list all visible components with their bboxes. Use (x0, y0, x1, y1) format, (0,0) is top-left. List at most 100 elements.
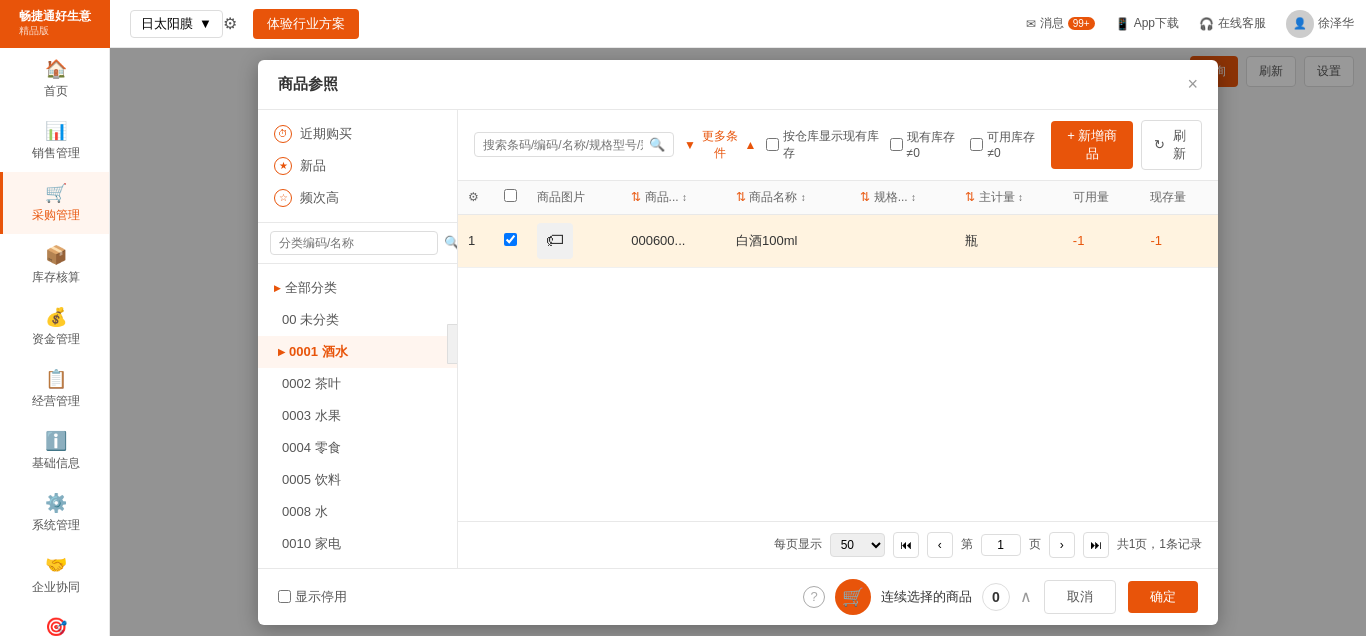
category-item-c0002[interactable]: 0002 茶叶 (258, 368, 457, 400)
app-download-item[interactable]: 📱 App下载 (1115, 15, 1179, 32)
online-service-item[interactable]: 🎧 在线客服 (1199, 15, 1266, 32)
pagination-bar: 每页显示 20 50 100 ⏮ ‹ 第 页 › (458, 521, 1218, 568)
message-label: 消息 (1040, 15, 1064, 32)
refresh-button[interactable]: ↻ 刷新 (1141, 120, 1202, 170)
page-label: 第 (961, 536, 973, 553)
gear-button[interactable]: ⚙ (223, 14, 237, 33)
col-name-label: 商品名称 (749, 190, 797, 204)
quick-item-frequent[interactable]: ☆ 频次高 (258, 182, 457, 214)
category-label-all: 全部分类 (285, 279, 337, 297)
category-item-all[interactable]: ▶ 全部分类 (258, 272, 457, 304)
category-item-c00[interactable]: 00 未分类 (258, 304, 457, 336)
modal-header: 商品参照 × (258, 60, 1218, 110)
collapse-panel-button[interactable]: 《 (447, 324, 458, 364)
checkbox-by-warehouse-label[interactable]: 按仓库显示现有库存 (766, 128, 879, 162)
collapse-cart-button[interactable]: ∧ (1020, 587, 1032, 606)
row-checkbox[interactable] (504, 233, 517, 246)
category-item-c0010[interactable]: 0010 家电 (258, 528, 457, 560)
sidebar-item-inventory[interactable]: 📦 库存核算 (0, 234, 109, 296)
next-page-button[interactable]: › (1049, 532, 1075, 558)
checkbox-by-warehouse[interactable] (766, 138, 779, 151)
checkbox-available[interactable] (890, 138, 903, 151)
prev-page-button[interactable]: ‹ (927, 532, 953, 558)
sidebar-item-enterprise[interactable]: 🤝 企业协同 (0, 544, 109, 606)
sidebar-item-sales[interactable]: 📊 销售管理 (0, 110, 109, 172)
sidebar-item-management[interactable]: 📋 经营管理 (0, 358, 109, 420)
category-label-c0010: 0010 家电 (282, 535, 341, 553)
col-stock: 现存量 (1140, 181, 1218, 215)
table-row[interactable]: 1 🏷 000600... 白酒100ml (458, 214, 1218, 267)
help-icon-button[interactable]: ? (803, 586, 825, 608)
filter-button[interactable]: ▼ 更多条件 ▲ (684, 128, 756, 162)
show-disabled-label[interactable]: 显示停用 (278, 588, 347, 606)
category-item-c0003[interactable]: 0003 水果 (258, 400, 457, 432)
last-page-button[interactable]: ⏭ (1083, 532, 1109, 558)
product-table: ⚙ 商品图片 (458, 181, 1218, 521)
sidebar-item-guide[interactable]: 🎯 新手引导 (0, 606, 109, 636)
trial-button[interactable]: 体验行业方案 (253, 9, 359, 39)
sidebar-item-home[interactable]: 🏠 首页 (0, 48, 109, 110)
checkbox-usable-label[interactable]: 可用库存≠0 (970, 129, 1041, 160)
cancel-button[interactable]: 取消 (1044, 580, 1116, 614)
page-size-select[interactable]: 20 50 100 (830, 533, 885, 557)
col-spec[interactable]: ⇅ 规格... (850, 181, 955, 215)
footer-cart-area: ? 🛒 连续选择的商品 0 ∧ (803, 579, 1032, 615)
add-product-button[interactable]: + 新增商品 (1051, 121, 1133, 169)
sort-unit-icon: ⇅ (965, 190, 975, 204)
product-toolbar: 🔍 ▼ 更多条件 ▲ 按仓库显示现有库存 (458, 110, 1218, 181)
sidebar-label-home: 首页 (44, 83, 68, 100)
category-search-icon[interactable]: 🔍 (444, 235, 458, 250)
user-item[interactable]: 👤 徐泽华 (1286, 10, 1354, 38)
first-page-button[interactable]: ⏮ (893, 532, 919, 558)
sidebar-item-base[interactable]: ℹ️ 基础信息 (0, 420, 109, 482)
toolbar-right: + 新增商品 ↻ 刷新 (1051, 120, 1202, 170)
col-code[interactable]: ⇅ 商品... (621, 181, 726, 215)
avatar: 👤 (1286, 10, 1314, 38)
star-icon: ★ (274, 157, 292, 175)
col-name[interactable]: ⇅ 商品名称 (726, 181, 850, 215)
category-item-c0005[interactable]: 0005 饮料 (258, 464, 457, 496)
category-quick-section: ⏱ 近期购买 ★ 新品 ☆ 频次高 (258, 110, 457, 223)
checkbox-available-label[interactable]: 现有库存≠0 (890, 129, 961, 160)
settings-icon[interactable]: ⚙ (468, 190, 479, 204)
category-item-c0001[interactable]: ▶ 0001 酒水 (258, 336, 457, 368)
refresh-icon: ↻ (1154, 137, 1165, 152)
sidebar-item-system[interactable]: ⚙️ 系统管理 (0, 482, 109, 544)
category-item-c0008[interactable]: 0008 水 (258, 496, 457, 528)
category-label-c0003: 0003 水果 (282, 407, 341, 425)
checkbox-usable[interactable] (970, 138, 983, 151)
sidebar: 🏠 首页 📊 销售管理 🛒 采购管理 📦 库存核算 💰 资金管理 📋 经营管理 … (0, 48, 110, 636)
confirm-button[interactable]: 确定 (1128, 581, 1198, 613)
online-service-label: 在线客服 (1218, 15, 1266, 32)
logo-text: 畅捷通好生意 (19, 9, 91, 23)
chevron-down-icon: ▼ (199, 16, 212, 31)
modal-close-button[interactable]: × (1187, 74, 1198, 95)
continuous-label: 连续选择的商品 (881, 588, 972, 606)
inventory-icon: 📦 (45, 244, 67, 266)
category-list: ▶ 全部分类 00 未分类 ▶ 0001 酒水 0002 茶 (258, 264, 457, 568)
col-unit[interactable]: ⇅ 主计量 (955, 181, 1063, 215)
enterprise-icon: 🤝 (45, 554, 67, 576)
category-panel: ⏱ 近期购买 ★ 新品 ☆ 频次高 (258, 110, 458, 568)
quick-item-recent[interactable]: ⏱ 近期购买 (258, 118, 457, 150)
cart-button[interactable]: 🛒 (835, 579, 871, 615)
search-icon[interactable]: 🔍 (649, 137, 665, 152)
product-search-input[interactable] (483, 138, 643, 152)
col-image-label: 商品图片 (537, 190, 585, 204)
sidebar-item-purchase[interactable]: 🛒 采购管理 (0, 172, 109, 234)
store-selector[interactable]: 日太阳膜 ▼ (130, 10, 223, 38)
sidebar-label-finance: 资金管理 (32, 331, 80, 348)
category-search-input[interactable] (270, 231, 438, 255)
sort-icon: ⇅ (631, 190, 641, 204)
show-disabled-checkbox[interactable] (278, 590, 291, 603)
sidebar-item-finance[interactable]: 💰 资金管理 (0, 296, 109, 358)
content-area: 查询 刷新 设置 商品参照 × ⏱ (110, 48, 1366, 636)
category-item-c0004[interactable]: 0004 零食 (258, 432, 457, 464)
select-all-checkbox[interactable] (504, 189, 517, 202)
col-unit-label: 主计量 (979, 190, 1015, 204)
quick-item-new[interactable]: ★ 新品 (258, 150, 457, 182)
sidebar-label-purchase: 采购管理 (32, 207, 80, 224)
page-number-input[interactable] (981, 534, 1021, 556)
sidebar-label-inventory: 库存核算 (32, 269, 80, 286)
message-item[interactable]: ✉ 消息 99+ (1026, 15, 1095, 32)
